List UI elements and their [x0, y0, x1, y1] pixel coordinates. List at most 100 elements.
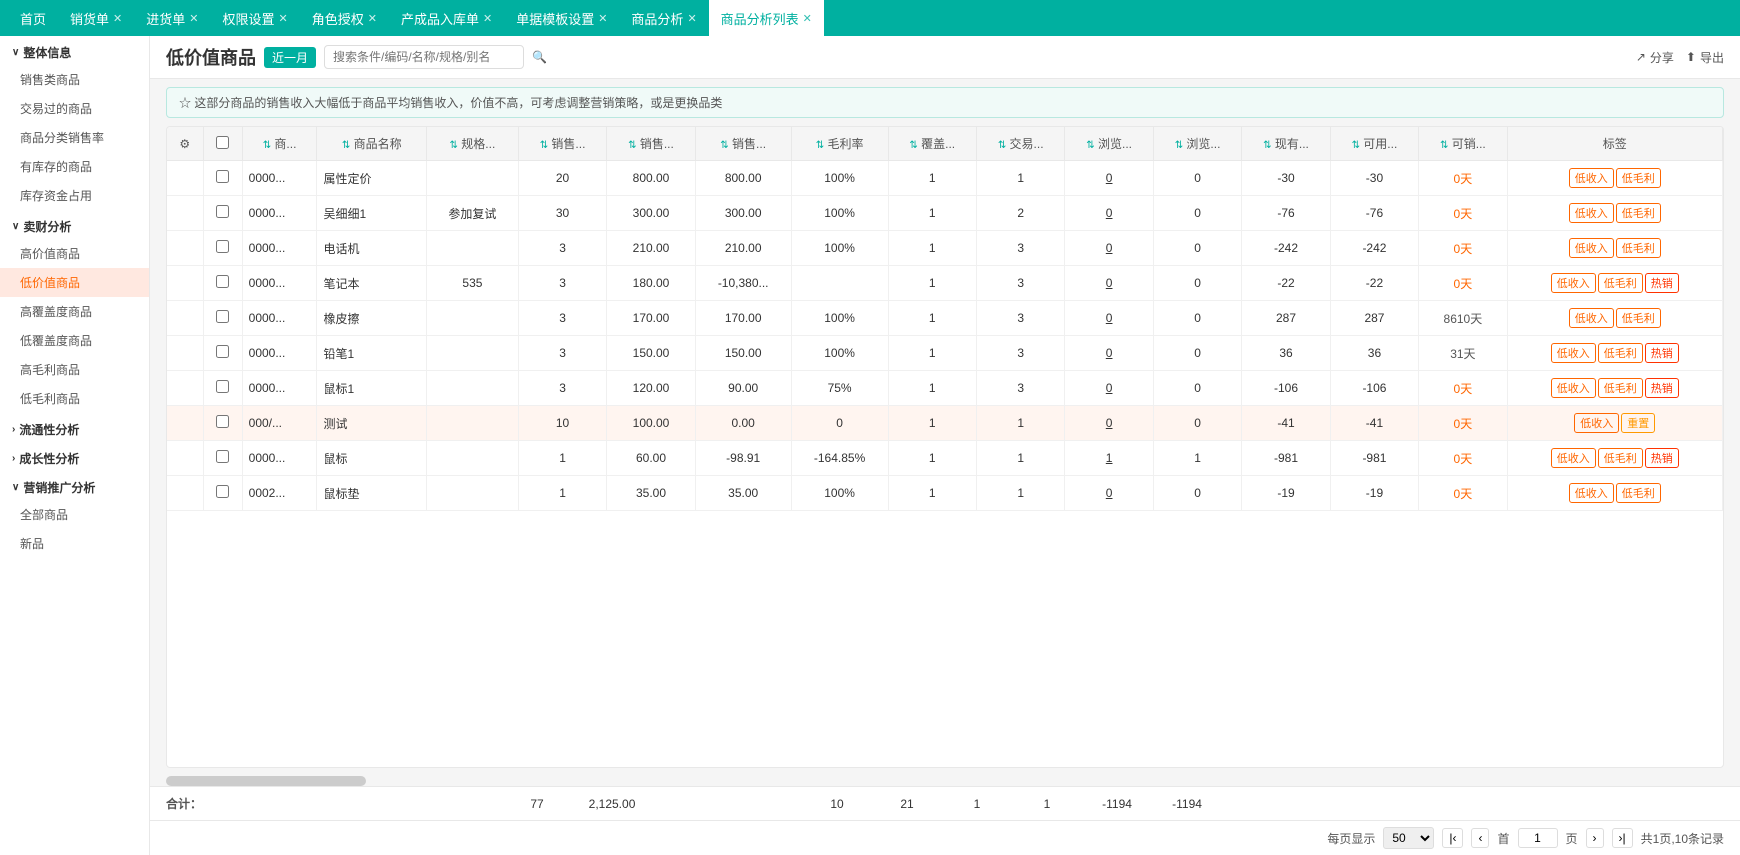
nav-close-sales[interactable]: ✕ [113, 12, 122, 25]
row-checkbox[interactable] [216, 380, 229, 393]
row-checkbox[interactable] [216, 415, 229, 428]
sidebar-group-financial[interactable]: ∨ 卖财分析 [0, 210, 149, 239]
col-sale3[interactable]: ⇅ 销售... [695, 127, 791, 161]
nav-sales[interactable]: 销货单 ✕ [58, 0, 134, 36]
search-input[interactable] [324, 45, 524, 69]
page-size-select[interactable]: 20 50 100 [1383, 827, 1434, 849]
col-current[interactable]: ⇅ 现有... [1242, 127, 1330, 161]
cell-gear[interactable] [167, 301, 203, 336]
row-checkbox[interactable] [216, 310, 229, 323]
nav-close-goods-analysis-list[interactable]: ✕ [803, 12, 812, 25]
cell-gear[interactable] [167, 231, 203, 266]
cell-checkbox[interactable] [203, 371, 242, 406]
col-saleable[interactable]: ⇅ 可销... [1419, 127, 1507, 161]
cell-browse1[interactable]: 0 [1065, 266, 1153, 301]
expand-liquidity-icon[interactable]: › [12, 424, 15, 435]
cell-browse1[interactable]: 1 [1065, 441, 1153, 476]
col-name[interactable]: ⇅ 商品名称 [317, 127, 427, 161]
sidebar-item-low-margin[interactable]: 低毛利商品 [0, 384, 149, 413]
cell-browse1[interactable]: 0 [1065, 301, 1153, 336]
cell-gear[interactable] [167, 266, 203, 301]
prev-page-button[interactable]: ‹ [1471, 828, 1489, 848]
sidebar-group-growth[interactable]: › 成长性分析 [0, 442, 149, 471]
nav-roles[interactable]: 角色授权 ✕ [300, 0, 389, 36]
collapse-marketing-icon[interactable]: ∨ [12, 482, 19, 493]
time-badge[interactable]: 近一月 [264, 47, 316, 68]
nav-close-template[interactable]: ✕ [598, 12, 607, 25]
cell-browse1[interactable]: 0 [1065, 231, 1153, 266]
share-button[interactable]: ↗ 分享 [1636, 49, 1674, 66]
export-button[interactable]: ⬆ 导出 [1686, 49, 1724, 66]
cell-checkbox[interactable] [203, 196, 242, 231]
sidebar-item-stock-capital[interactable]: 库存资金占用 [0, 181, 149, 210]
last-page-button[interactable]: ›| [1612, 828, 1633, 848]
cell-browse1[interactable]: 0 [1065, 371, 1153, 406]
cell-browse1[interactable]: 0 [1065, 476, 1153, 511]
page-number-input[interactable] [1518, 828, 1558, 848]
cell-gear[interactable] [167, 441, 203, 476]
cell-browse1[interactable]: 0 [1065, 406, 1153, 441]
row-checkbox[interactable] [216, 450, 229, 463]
nav-close-products-in[interactable]: ✕ [483, 12, 492, 25]
col-browse2[interactable]: ⇅ 浏览... [1153, 127, 1241, 161]
nav-goods-analysis[interactable]: 商品分析 ✕ [619, 0, 708, 36]
row-checkbox[interactable] [216, 485, 229, 498]
col-coverage[interactable]: ⇅ 覆盖... [888, 127, 976, 161]
cell-browse1[interactable]: 0 [1065, 336, 1153, 371]
cell-gear[interactable] [167, 336, 203, 371]
nav-purchase[interactable]: 进货单 ✕ [134, 0, 210, 36]
cell-browse1[interactable]: 0 [1065, 161, 1153, 196]
cell-checkbox[interactable] [203, 231, 242, 266]
cell-checkbox[interactable] [203, 336, 242, 371]
expand-growth-icon[interactable]: › [12, 453, 15, 464]
sidebar-group-liquidity[interactable]: › 流通性分析 [0, 413, 149, 442]
sidebar-item-stock-goods[interactable]: 有库存的商品 [0, 152, 149, 181]
cell-checkbox[interactable] [203, 301, 242, 336]
sidebar-item-all-goods[interactable]: 全部商品 [0, 500, 149, 529]
sidebar-item-new-goods[interactable]: 新品 [0, 529, 149, 558]
col-available[interactable]: ⇅ 可用... [1330, 127, 1418, 161]
next-page-button[interactable]: › [1586, 828, 1604, 848]
cell-checkbox[interactable] [203, 406, 242, 441]
sidebar-item-low-coverage[interactable]: 低覆盖度商品 [0, 326, 149, 355]
sidebar-item-high-value[interactable]: 高价值商品 [0, 239, 149, 268]
col-sale1[interactable]: ⇅ 销售... [518, 127, 606, 161]
col-margin[interactable]: ⇅ 毛利率 [791, 127, 888, 161]
horizontal-scrollbar[interactable] [166, 776, 1724, 786]
col-gear[interactable]: ⚙ [167, 127, 203, 161]
row-checkbox[interactable] [216, 240, 229, 253]
sidebar-item-sales-goods[interactable]: 销售类商品 [0, 65, 149, 94]
nav-products-in[interactable]: 产成品入库单 ✕ [389, 0, 504, 36]
nav-template[interactable]: 单据模板设置 ✕ [504, 0, 619, 36]
col-spec[interactable]: ⇅ 规格... [426, 127, 518, 161]
cell-gear[interactable] [167, 196, 203, 231]
col-trade[interactable]: ⇅ 交易... [976, 127, 1064, 161]
row-checkbox[interactable] [216, 275, 229, 288]
row-checkbox[interactable] [216, 170, 229, 183]
col-code[interactable]: ⇅ 商... [242, 127, 317, 161]
collapse-overall-icon[interactable]: ∨ [12, 47, 19, 58]
sidebar-group-overall[interactable]: ∨ 整体信息 [0, 36, 149, 65]
nav-close-purchase[interactable]: ✕ [189, 12, 198, 25]
cell-gear[interactable] [167, 476, 203, 511]
nav-close-goods-analysis[interactable]: ✕ [687, 12, 696, 25]
scroll-thumb[interactable] [166, 776, 366, 786]
col-browse1[interactable]: ⇅ 浏览... [1065, 127, 1153, 161]
sidebar-item-traded-goods[interactable]: 交易过的商品 [0, 94, 149, 123]
cell-gear[interactable] [167, 161, 203, 196]
cell-browse1[interactable]: 0 [1065, 196, 1153, 231]
row-checkbox[interactable] [216, 345, 229, 358]
row-checkbox[interactable] [216, 205, 229, 218]
col-sale2[interactable]: ⇅ 销售... [607, 127, 695, 161]
sidebar-item-category-rate[interactable]: 商品分类销售率 [0, 123, 149, 152]
first-page-button[interactable]: |‹ [1442, 828, 1463, 848]
sidebar-item-low-value[interactable]: 低价值商品 [0, 268, 149, 297]
nav-home[interactable]: 首页 [8, 0, 58, 36]
cell-gear[interactable] [167, 371, 203, 406]
search-icon[interactable]: 🔍 [532, 50, 547, 64]
cell-checkbox[interactable] [203, 266, 242, 301]
cell-checkbox[interactable] [203, 476, 242, 511]
cell-checkbox[interactable] [203, 441, 242, 476]
nav-close-roles[interactable]: ✕ [368, 12, 377, 25]
select-all-checkbox[interactable] [216, 136, 229, 149]
